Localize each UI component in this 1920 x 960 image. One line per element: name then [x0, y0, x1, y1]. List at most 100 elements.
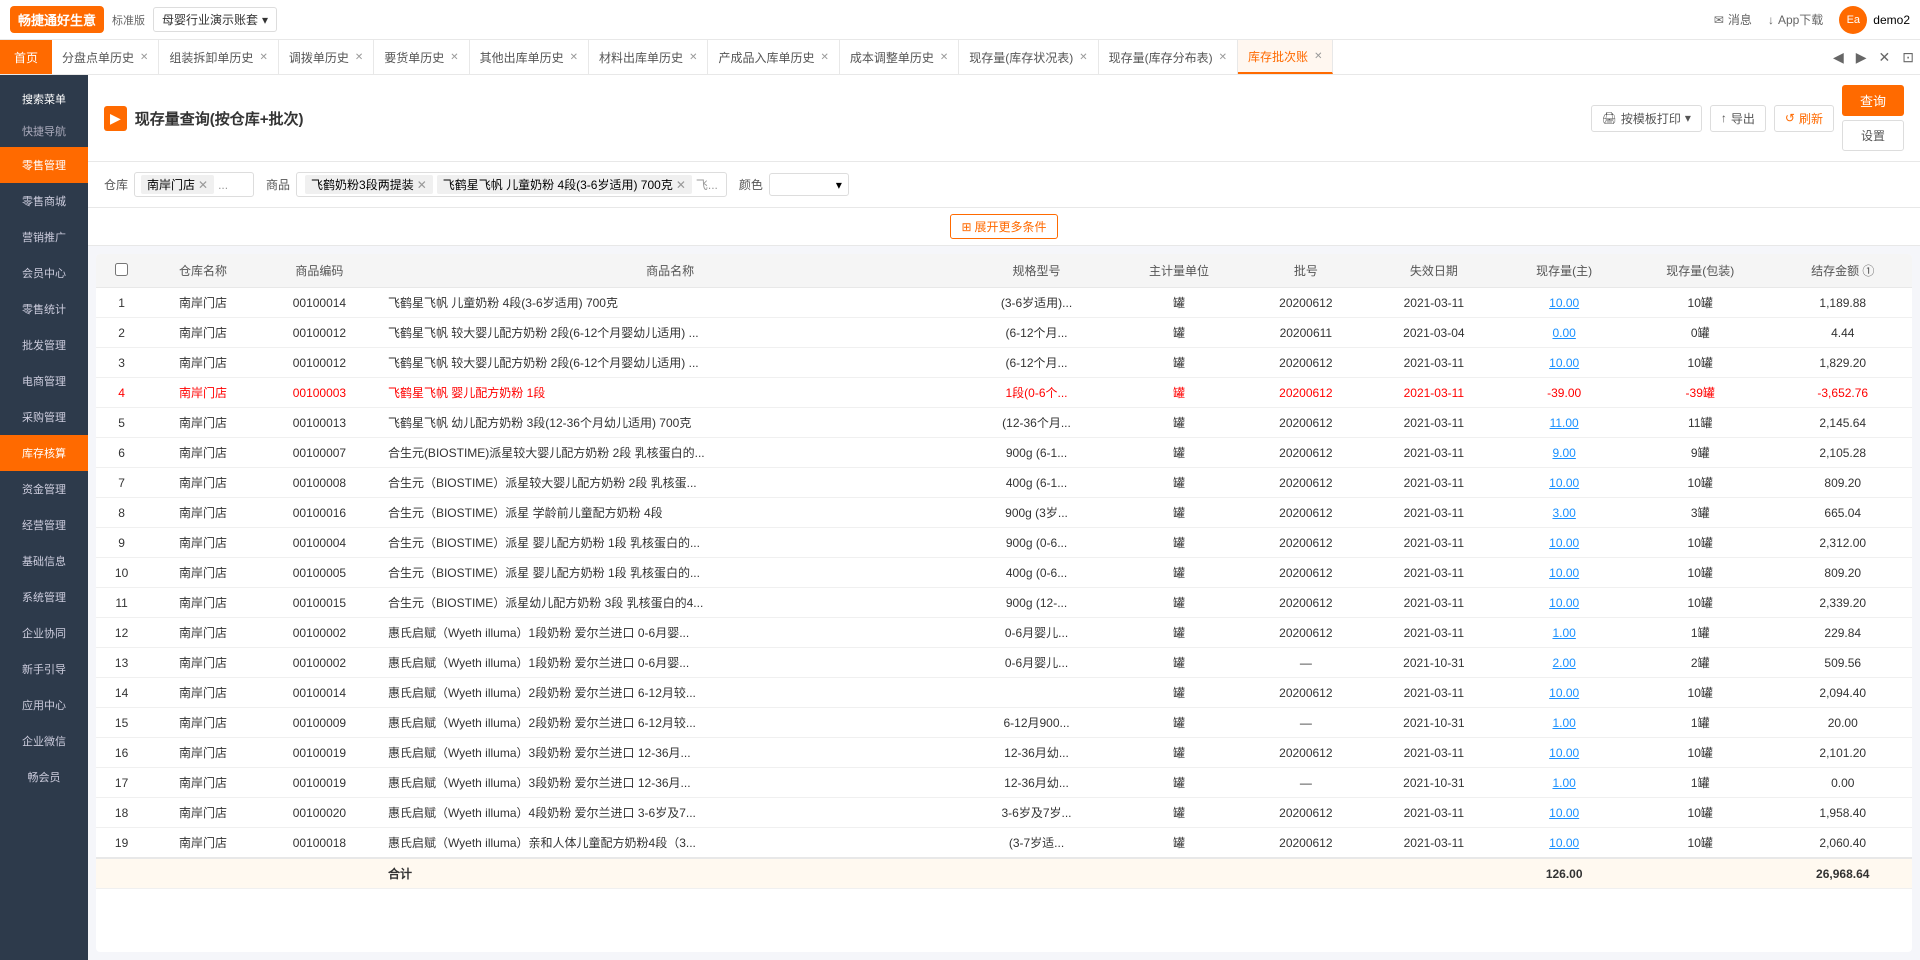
sidebar-item-retail[interactable]: 零售管理	[0, 147, 88, 183]
cell-qty-main[interactable]: 10.00	[1501, 468, 1627, 498]
sidebar-item-purchase[interactable]: 采购管理	[0, 399, 88, 435]
tab-close-kucun[interactable]: ✕	[1314, 51, 1322, 62]
tab-close-qita[interactable]: ✕	[570, 52, 578, 63]
color-select[interactable]: ▾	[769, 173, 849, 196]
tab-close-diaob[interactable]: ✕	[355, 52, 363, 63]
sidebar-item-operations[interactable]: 经营管理	[0, 507, 88, 543]
cell-qty-main[interactable]: 3.00	[1501, 498, 1627, 528]
product-tag-1-remove[interactable]: ✕	[417, 178, 427, 192]
tab-prev-btn[interactable]: ◀	[1827, 49, 1850, 66]
cell-warehouse: 南岸门店	[147, 498, 259, 528]
cell-qty-pack: 10罐	[1627, 678, 1774, 708]
expand-column-btn[interactable]: ▶	[104, 106, 127, 131]
cell-qty-main[interactable]: 10.00	[1501, 558, 1627, 588]
tab-yaohuo[interactable]: 要货单历史 ✕	[374, 40, 469, 74]
sidebar-item-finance[interactable]: 资金管理	[0, 471, 88, 507]
cell-batch: 20200612	[1245, 618, 1366, 648]
sidebar-item-collab[interactable]: 企业协同	[0, 615, 88, 651]
tab-next-btn[interactable]: ▶	[1850, 49, 1873, 66]
tab-xiancun2[interactable]: 现存量(库存分布表) ✕	[1099, 40, 1238, 74]
sidebar-quicknav[interactable]: 快捷导航	[0, 115, 88, 147]
table-row: 1 南岸门店 00100014 飞鹤星飞帆 儿童奶粉 4段(3-6岁适用) 70…	[96, 288, 1912, 318]
messages-btn[interactable]: ✉ 消息	[1714, 11, 1752, 28]
cell-qty-main[interactable]: 10.00	[1501, 288, 1627, 318]
warehouse-tag-remove[interactable]: ✕	[198, 178, 208, 192]
cell-qty-main[interactable]: 1.00	[1501, 768, 1627, 798]
tab-diaob[interactable]: 调拨单历史 ✕	[279, 40, 374, 74]
tab-xiancun1[interactable]: 现存量(库存状况表) ✕	[959, 40, 1098, 74]
cell-qty-main[interactable]: 11.00	[1501, 408, 1627, 438]
cell-qty-main[interactable]: 10.00	[1501, 348, 1627, 378]
cell-code: 00100003	[259, 378, 380, 408]
tab-chanpin[interactable]: 产成品入库单历史 ✕	[708, 40, 839, 74]
sidebar-item-wholesale[interactable]: 批发管理	[0, 327, 88, 363]
export-icon: ↑	[1721, 111, 1727, 125]
cell-unit: 罐	[1113, 408, 1246, 438]
cell-qty-main[interactable]: 2.00	[1501, 648, 1627, 678]
sidebar-item-mall[interactable]: 零售商城	[0, 183, 88, 219]
cell-warehouse: 南岸门店	[147, 618, 259, 648]
tab-close-all-btn[interactable]: ✕	[1873, 49, 1897, 66]
sidebar-search[interactable]: 搜索菜单	[0, 83, 88, 115]
sidebar-item-wechat[interactable]: 企业微信	[0, 723, 88, 759]
cell-qty-main[interactable]: -39.00	[1501, 378, 1627, 408]
tab-close-fenpan[interactable]: ✕	[140, 52, 148, 63]
tab-close-xiancun1[interactable]: ✕	[1079, 52, 1087, 63]
sidebar-item-appstore[interactable]: 应用中心	[0, 687, 88, 723]
cell-warehouse: 南岸门店	[147, 828, 259, 859]
print-btn[interactable]: 🖨 按模板打印 ▾	[1591, 105, 1702, 132]
export-btn[interactable]: ↑ 导出	[1710, 105, 1766, 132]
tab-chengben[interactable]: 成本调整单历史 ✕	[840, 40, 959, 74]
app-download-btn[interactable]: ↓ App下载	[1768, 11, 1823, 28]
tab-cailiao[interactable]: 材料出库单历史 ✕	[589, 40, 708, 74]
cell-qty-main[interactable]: 10.00	[1501, 678, 1627, 708]
tab-qita[interactable]: 其他出库单历史 ✕	[470, 40, 589, 74]
product-tag-2-remove[interactable]: ✕	[676, 178, 686, 192]
sidebar-item-ecommerce[interactable]: 电商管理	[0, 363, 88, 399]
sidebar-item-inventory[interactable]: 库存核算	[0, 435, 88, 471]
cell-qty-main[interactable]: 0.00	[1501, 318, 1627, 348]
sidebar-item-retail-stats[interactable]: 零售统计	[0, 291, 88, 327]
product-input[interactable]: 飞鹤奶粉3段两提装 ✕ 飞鹤星飞帆 儿童奶粉 4段(3-6岁适用) 700克 ✕…	[296, 172, 727, 197]
tab-home[interactable]: 首页	[0, 40, 52, 74]
query-btn[interactable]: 查询	[1842, 85, 1904, 116]
tab-kucun[interactable]: 库存批次账 ✕	[1238, 40, 1333, 74]
cell-spec: 900g (0-6...	[960, 528, 1112, 558]
table-row: 12 南岸门店 00100002 惠氏启赋（Wyeth illuma）1段奶粉 …	[96, 618, 1912, 648]
tab-close-cailiao[interactable]: ✕	[689, 52, 697, 63]
refresh-btn[interactable]: ↺ 刷新	[1774, 105, 1834, 132]
cell-qty-main[interactable]: 10.00	[1501, 798, 1627, 828]
sidebar-item-member2[interactable]: 畅会员	[0, 759, 88, 795]
tab-zuche[interactable]: 组装拆卸单历史 ✕	[159, 40, 278, 74]
cell-qty-main[interactable]: 10.00	[1501, 738, 1627, 768]
cell-expire: 2021-03-11	[1366, 408, 1501, 438]
cell-amount: 2,060.40	[1774, 828, 1913, 859]
sidebar-item-marketing[interactable]: 营销推广	[0, 219, 88, 255]
table-row: 15 南岸门店 00100009 惠氏启赋（Wyeth illuma）2段奶粉 …	[96, 708, 1912, 738]
tab-menu-btn[interactable]: ⊡	[1896, 49, 1920, 66]
org-selector[interactable]: 母婴行业演示账套 ▾	[153, 7, 277, 32]
expand-conditions-btn[interactable]: ⊞ 展开更多条件	[950, 214, 1057, 239]
sidebar-item-system[interactable]: 系统管理	[0, 579, 88, 615]
cell-qty-main[interactable]: 10.00	[1501, 828, 1627, 859]
tab-close-chanpin[interactable]: ✕	[820, 52, 828, 63]
cell-qty-main[interactable]: 9.00	[1501, 438, 1627, 468]
settings-btn[interactable]: 设置	[1842, 120, 1904, 151]
cell-qty-main[interactable]: 1.00	[1501, 708, 1627, 738]
sidebar-item-guide[interactable]: 新手引导	[0, 651, 88, 687]
tab-close-yaohuo[interactable]: ✕	[450, 52, 458, 63]
cell-qty-main[interactable]: 10.00	[1501, 528, 1627, 558]
cell-warehouse: 南岸门店	[147, 768, 259, 798]
cell-amount: 665.04	[1774, 498, 1913, 528]
tab-close-chengben[interactable]: ✕	[940, 52, 948, 63]
cell-qty-main[interactable]: 1.00	[1501, 618, 1627, 648]
tab-close-xiancun2[interactable]: ✕	[1219, 52, 1227, 63]
select-all-checkbox[interactable]	[115, 263, 128, 276]
warehouse-input[interactable]: 南岸门店 ✕ ...	[134, 172, 254, 197]
sidebar-item-member[interactable]: 会员中心	[0, 255, 88, 291]
cell-code: 00100014	[259, 288, 380, 318]
tab-fenpan[interactable]: 分盘点单历史 ✕	[52, 40, 159, 74]
tab-close-zuche[interactable]: ✕	[259, 52, 267, 63]
sidebar-item-basic[interactable]: 基础信息	[0, 543, 88, 579]
cell-qty-main[interactable]: 10.00	[1501, 588, 1627, 618]
